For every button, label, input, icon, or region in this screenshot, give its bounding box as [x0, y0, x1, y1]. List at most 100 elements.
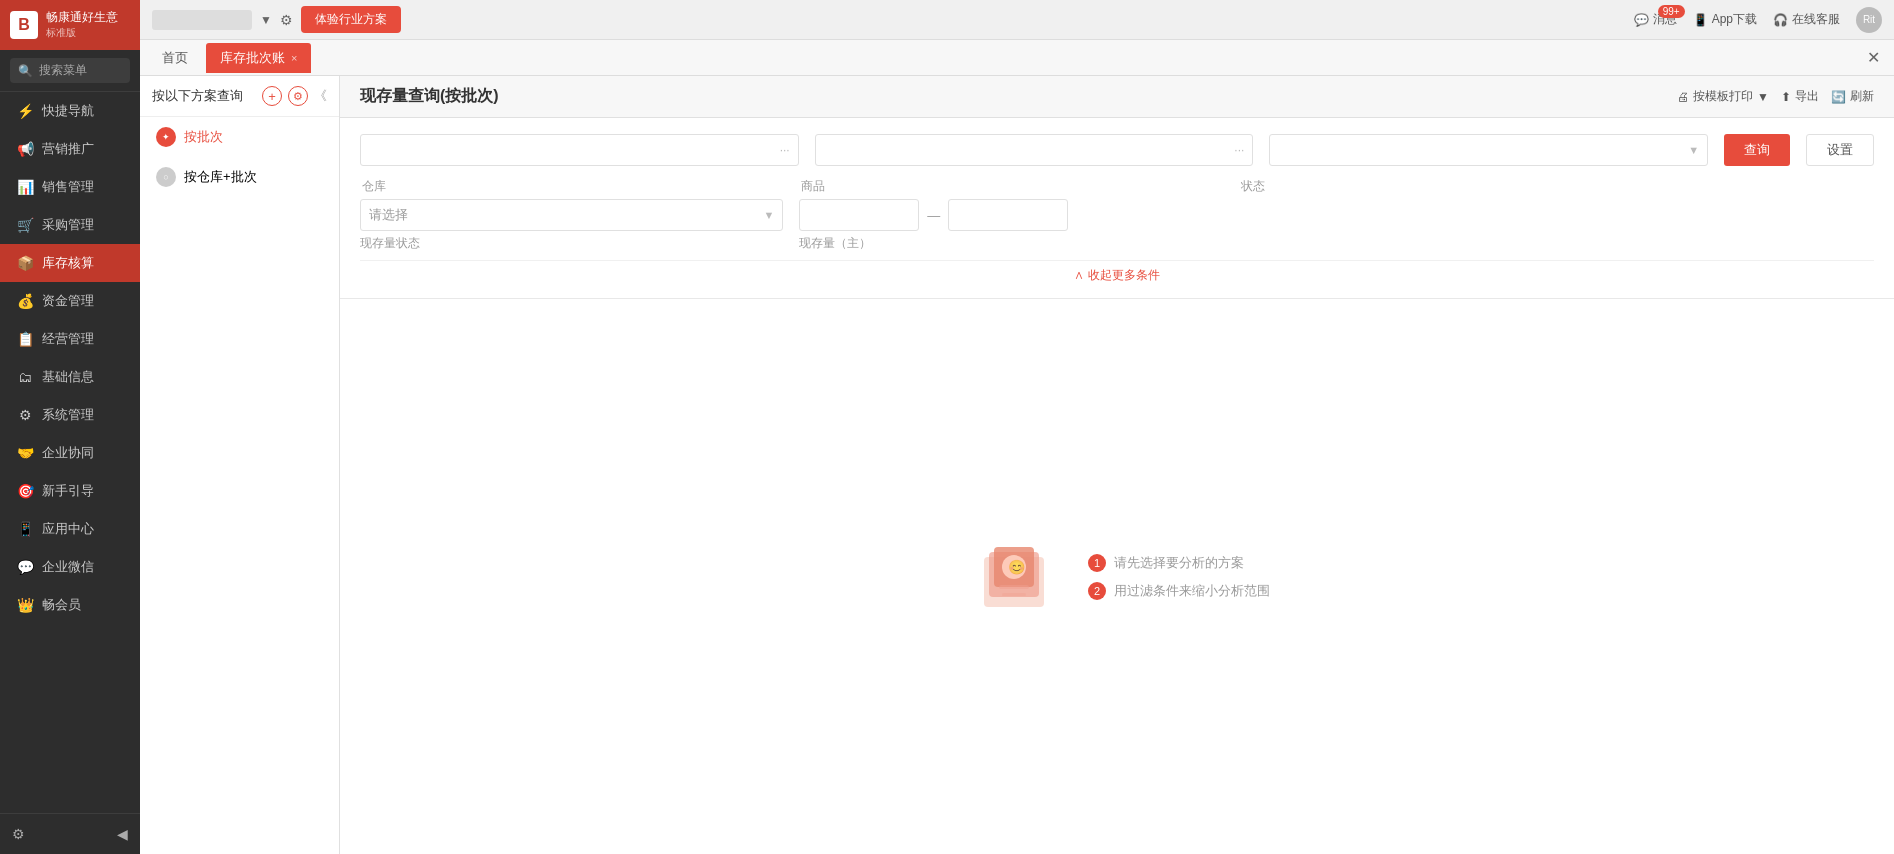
tab-close-icon[interactable]: ×	[291, 52, 297, 64]
tabbar-close-button[interactable]: ✕	[1861, 48, 1886, 67]
search-icon: 🔍	[18, 64, 33, 78]
sidebar-item-label: 快捷导航	[42, 102, 94, 120]
sidebar-item-shortcut[interactable]: ⚡ 快捷导航	[0, 92, 140, 130]
stock-status-dropdown[interactable]: 请选择 ▼	[360, 199, 783, 231]
stock-status-filter: 请选择 ▼ 现存量状态	[360, 199, 783, 252]
enterprise-icon: 🤝	[16, 444, 34, 462]
tab-home[interactable]: 首页	[148, 43, 202, 73]
sidebar-footer: ⚙ ◀	[0, 813, 140, 854]
product-input[interactable]	[824, 143, 1235, 158]
sidebar-item-app-center[interactable]: 📱 应用中心	[0, 510, 140, 548]
topbar: ▼ ⚙ 体验行业方案 💬 消息 99+ 📱 App下载 🎧 在线客服 Rit	[140, 0, 1894, 40]
tip-text-1: 请先选择要分析的方案	[1114, 554, 1244, 572]
guide-icon: 🎯	[16, 482, 34, 500]
online-service-btn[interactable]: 🎧 在线客服	[1773, 11, 1840, 28]
left-panel-collapse-btn[interactable]: 《	[314, 87, 327, 105]
sidebar-item-sales[interactable]: 📊 销售管理	[0, 168, 140, 206]
sidebar-item-finance[interactable]: 💰 资金管理	[0, 282, 140, 320]
message-btn[interactable]: 💬 消息 99+	[1634, 11, 1677, 28]
tip-num-1: 1	[1088, 554, 1106, 572]
stock-range-max[interactable]	[948, 199, 1068, 231]
tabbar: 首页 库存批次账 × ✕	[140, 40, 1894, 76]
sidebar-item-enterprise[interactable]: 🤝 企业协同	[0, 434, 140, 472]
sidebar-item-basic[interactable]: 🗂 基础信息	[0, 358, 140, 396]
user-avatar-btn[interactable]: Rit	[1856, 7, 1882, 33]
sidebar-item-marketing[interactable]: 📢 营销推广	[0, 130, 140, 168]
sidebar-item-label: 系统管理	[42, 406, 94, 424]
empty-state: 😊 1 请先选择要分析的方案 2 用过滤条件来缩小分析范围	[340, 299, 1894, 854]
sidebar-item-purchase[interactable]: 🛒 采购管理	[0, 206, 140, 244]
breadcrumb-dropdown[interactable]: ▼	[260, 13, 272, 27]
sidebar-item-label: 企业微信	[42, 558, 94, 576]
sidebar-item-inventory[interactable]: 📦 库存核算	[0, 244, 140, 282]
stock-status-text: 请选择	[369, 206, 757, 224]
app-version: 标准版	[46, 26, 118, 40]
left-panel-actions: + ⚙ 《	[262, 86, 327, 106]
sidebar-item-label: 采购管理	[42, 216, 94, 234]
query-button[interactable]: 查询	[1724, 134, 1790, 166]
operation-icon: 📋	[16, 330, 34, 348]
status-dropdown-wrapper[interactable]: ▼	[1269, 134, 1708, 166]
filter-row-1: ··· ··· ▼	[360, 134, 1874, 166]
export-button[interactable]: ⬆ 导出	[1781, 88, 1819, 105]
sidebar-search-label: 搜索菜单	[39, 62, 87, 79]
scheme-inactive-icon: ○	[156, 167, 176, 187]
stock-range-min[interactable]	[799, 199, 919, 231]
sidebar-item-operation[interactable]: 📋 经营管理	[0, 320, 140, 358]
collapse-sidebar-icon[interactable]: ◀	[113, 822, 132, 846]
settings-scheme-button[interactable]: ⚙	[288, 86, 308, 106]
stock-range-sep: —	[927, 208, 940, 223]
status-dropdown-arrow: ▼	[1688, 144, 1699, 156]
scheme-icon-symbol2: ○	[163, 172, 168, 182]
app-logo: B	[10, 11, 38, 39]
scheme-item-batch[interactable]: ✦ 按批次	[140, 117, 339, 157]
refresh-icon: 🔄	[1831, 90, 1846, 104]
app-center-icon: 📱	[16, 520, 34, 538]
empty-tips: 1 请先选择要分析的方案 2 用过滤条件来缩小分析范围	[1088, 554, 1270, 600]
message-badge: 99+	[1658, 5, 1685, 18]
app-download-btn[interactable]: 📱 App下载	[1693, 11, 1757, 28]
sidebar-item-wechat[interactable]: 💬 企业微信	[0, 548, 140, 586]
topbar-gear-icon[interactable]: ⚙	[280, 12, 293, 28]
add-scheme-button[interactable]: +	[262, 86, 282, 106]
warehouse-input[interactable]	[369, 143, 780, 158]
sidebar-item-label: 营销推广	[42, 140, 94, 158]
empty-tip-1: 1 请先选择要分析的方案	[1088, 554, 1270, 572]
page-header-actions: 🖨 按模板打印 ▼ ⬆ 导出 🔄 刷新	[1677, 88, 1874, 105]
tab-active-label: 库存批次账	[220, 49, 285, 67]
sidebar-item-label: 应用中心	[42, 520, 94, 538]
sidebar-item-label: 经营管理	[42, 330, 94, 348]
svg-text:😊: 😊	[1008, 559, 1026, 576]
status-label: 状态	[1239, 178, 1662, 195]
settings-footer-icon[interactable]: ⚙	[8, 822, 29, 846]
sidebar-item-system[interactable]: ⚙ 系统管理	[0, 396, 140, 434]
product-label: 商品	[799, 178, 1222, 195]
sidebar-item-member[interactable]: 👑 畅会员	[0, 586, 140, 624]
sidebar-item-guide[interactable]: 🎯 新手引导	[0, 472, 140, 510]
page-title: 现存量查询(按批次)	[360, 86, 499, 107]
scheme-batch-label: 按批次	[184, 128, 223, 146]
filter-warehouse: ···	[360, 134, 799, 166]
refresh-button[interactable]: 🔄 刷新	[1831, 88, 1874, 105]
avatar-label: Rit	[1863, 14, 1875, 25]
warehouse-more-icon[interactable]: ···	[780, 143, 790, 157]
scheme-icon-symbol: ✦	[162, 132, 170, 142]
plus-icon: +	[268, 89, 276, 104]
print-icon: 🖨	[1677, 90, 1689, 104]
sidebar-search-trigger[interactable]: 🔍 搜索菜单	[10, 58, 130, 83]
service-icon: 🎧	[1773, 13, 1788, 27]
tab-inventory-batch[interactable]: 库存批次账 ×	[206, 43, 311, 73]
scheme-item-warehouse-batch[interactable]: ○ 按仓库+批次	[140, 157, 339, 197]
marketing-icon: 📢	[16, 140, 34, 158]
trial-button[interactable]: 体验行业方案	[301, 6, 401, 33]
product-more-icon[interactable]: ···	[1234, 143, 1244, 157]
warehouse-label: 仓库	[360, 178, 783, 195]
settings-button[interactable]: 设置	[1806, 134, 1874, 166]
empty-tip-2: 2 用过滤条件来缩小分析范围	[1088, 582, 1270, 600]
collapse-bar[interactable]: ∧ 收起更多条件	[360, 260, 1874, 290]
left-panel-title: 按以下方案查询	[152, 87, 243, 105]
main-wrapper: ▼ ⚙ 体验行业方案 💬 消息 99+ 📱 App下载 🎧 在线客服 Rit	[140, 0, 1894, 854]
export-icon: ⬆	[1781, 90, 1791, 104]
print-button[interactable]: 🖨 按模板打印 ▼	[1677, 88, 1769, 105]
breadcrumb-input[interactable]	[152, 10, 252, 30]
